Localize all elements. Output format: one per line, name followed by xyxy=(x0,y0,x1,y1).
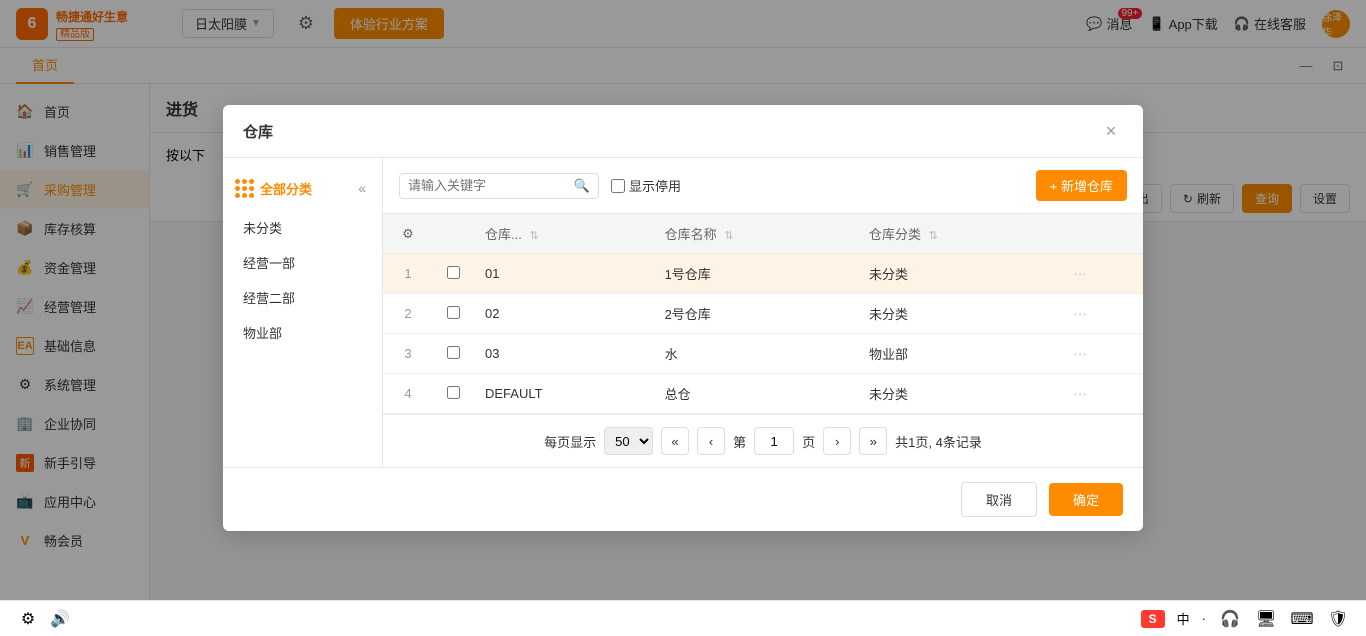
page-prev-button[interactable]: ‹ xyxy=(697,427,725,455)
modal-footer: 取消 确定 xyxy=(223,467,1143,531)
pagination: 每页显示 50 « ‹ 第 页 › » 共1页, 4条记录 xyxy=(383,414,1143,467)
table-row[interactable]: 4 DEFAULT 总仓 未分类 ··· xyxy=(383,374,1143,414)
page-first-button[interactable]: « xyxy=(661,427,689,455)
warehouse-modal: 仓库 × 全部分类 « 未分类 xyxy=(223,105,1143,531)
row-code: 02 xyxy=(473,294,653,334)
row-code: 03 xyxy=(473,334,653,374)
modal-title: 仓库 xyxy=(243,121,273,142)
category-item-dept2[interactable]: 经营二部 xyxy=(223,280,382,315)
confirm-button[interactable]: 确定 xyxy=(1049,483,1123,516)
modal-header: 仓库 × xyxy=(223,105,1143,158)
bottom-headset-icon[interactable]: 🎧 xyxy=(1218,607,1242,631)
table-row[interactable]: 1 01 1号仓库 未分类 ··· xyxy=(383,254,1143,294)
grid-icon xyxy=(235,179,254,198)
row-name: 2号仓库 xyxy=(653,294,857,334)
row-category: 未分类 xyxy=(857,254,1061,294)
code-column-header[interactable]: 仓库... ⇅ xyxy=(473,214,653,254)
modal-close-button[interactable]: × xyxy=(1099,119,1123,143)
row-checkbox[interactable] xyxy=(447,306,460,319)
row-category: 物业部 xyxy=(857,334,1061,374)
row-checkbox-cell xyxy=(433,254,473,294)
table-toolbar: 🔍 显示停用 + 新增仓库 xyxy=(383,158,1143,214)
row-checkbox-cell xyxy=(433,334,473,374)
page-last-button[interactable]: » xyxy=(859,427,887,455)
row-name: 1号仓库 xyxy=(653,254,857,294)
row-num: 2 xyxy=(383,294,433,334)
show-disabled-checkbox[interactable] xyxy=(611,179,625,193)
modal-overlay: 仓库 × 全部分类 « 未分类 xyxy=(0,0,1366,636)
search-box: 🔍 xyxy=(399,173,599,199)
bottom-settings-icon[interactable]: ⚙ xyxy=(16,607,40,631)
category-panel: 全部分类 « 未分类 经营一部 经营二部 物业部 xyxy=(223,158,383,467)
page-number-input[interactable] xyxy=(754,427,794,455)
category-header: 全部分类 « xyxy=(223,170,382,210)
table-row[interactable]: 2 02 2号仓库 未分类 ··· xyxy=(383,294,1143,334)
cancel-button[interactable]: 取消 xyxy=(961,482,1037,517)
row-actions[interactable]: ··· xyxy=(1061,254,1143,294)
row-category: 未分类 xyxy=(857,374,1061,414)
table-header-row: ⚙ 仓库... ⇅ 仓库名称 ⇅ xyxy=(383,214,1143,254)
row-num: 1 xyxy=(383,254,433,294)
bottom-zh-icon[interactable]: 中 xyxy=(1177,609,1190,628)
data-table: ⚙ 仓库... ⇅ 仓库名称 ⇅ xyxy=(383,214,1143,414)
sort-icon-name: ⇅ xyxy=(724,230,733,242)
row-checkbox-cell xyxy=(433,374,473,414)
row-actions[interactable]: ··· xyxy=(1061,334,1143,374)
category-column-header[interactable]: 仓库分类 ⇅ xyxy=(857,214,1061,254)
row-checkbox[interactable] xyxy=(447,386,460,399)
actions-column-header xyxy=(1061,214,1143,254)
sort-icon: ⇅ xyxy=(529,230,538,242)
page-next-button[interactable]: › xyxy=(823,427,851,455)
bottom-dot-icon: · xyxy=(1202,611,1206,626)
row-code: DEFAULT xyxy=(473,374,653,414)
row-checkbox-cell xyxy=(433,294,473,334)
row-checkbox[interactable] xyxy=(447,346,460,359)
sort-icon-cat: ⇅ xyxy=(929,230,938,242)
row-code: 01 xyxy=(473,254,653,294)
bottom-left: ⚙ 🔊 xyxy=(16,607,72,631)
row-actions[interactable]: ··· xyxy=(1061,294,1143,334)
add-warehouse-button[interactable]: + 新增仓库 xyxy=(1036,170,1127,201)
bottom-keyboard-icon[interactable]: ⌨ xyxy=(1290,607,1314,631)
row-category: 未分类 xyxy=(857,294,1061,334)
bottom-volume-icon[interactable]: 🔊 xyxy=(48,607,72,631)
category-all[interactable]: 全部分类 xyxy=(235,179,312,198)
collapse-icon[interactable]: « xyxy=(354,176,370,200)
table-row[interactable]: 3 03 水 物业部 ··· xyxy=(383,334,1143,374)
check-column-header xyxy=(433,214,473,254)
bottom-right: S 中 · 🎧 🖥 ⌨ 🛡 xyxy=(1141,607,1350,631)
show-disabled-label[interactable]: 显示停用 xyxy=(611,176,681,195)
settings-column-header[interactable]: ⚙ xyxy=(383,214,433,254)
row-name: 总仓 xyxy=(653,374,857,414)
category-item-unclassified[interactable]: 未分类 xyxy=(223,210,382,245)
bottom-brand-icon: S xyxy=(1141,610,1165,628)
bottom-monitor-icon[interactable]: 🖥 xyxy=(1254,607,1278,631)
bottom-shield-icon[interactable]: 🛡 xyxy=(1326,607,1350,631)
table-body: 1 01 1号仓库 未分类 ··· 2 02 2号仓库 未分类 ··· 3 03… xyxy=(383,254,1143,414)
search-input[interactable] xyxy=(408,178,568,193)
name-column-header[interactable]: 仓库名称 ⇅ xyxy=(653,214,857,254)
table-panel: 🔍 显示停用 + 新增仓库 ⚙ xyxy=(383,158,1143,467)
row-actions[interactable]: ··· xyxy=(1061,374,1143,414)
modal-body: 全部分类 « 未分类 经营一部 经营二部 物业部 🔍 xyxy=(223,158,1143,467)
row-num: 4 xyxy=(383,374,433,414)
category-item-dept1[interactable]: 经营一部 xyxy=(223,245,382,280)
bottom-bar: ⚙ 🔊 S 中 · 🎧 🖥 ⌨ 🛡 xyxy=(0,600,1366,636)
row-num: 3 xyxy=(383,334,433,374)
category-item-property[interactable]: 物业部 xyxy=(223,315,382,350)
row-name: 水 xyxy=(653,334,857,374)
per-page-select[interactable]: 50 xyxy=(604,427,653,455)
row-checkbox[interactable] xyxy=(447,266,460,279)
search-icon[interactable]: 🔍 xyxy=(574,178,590,194)
